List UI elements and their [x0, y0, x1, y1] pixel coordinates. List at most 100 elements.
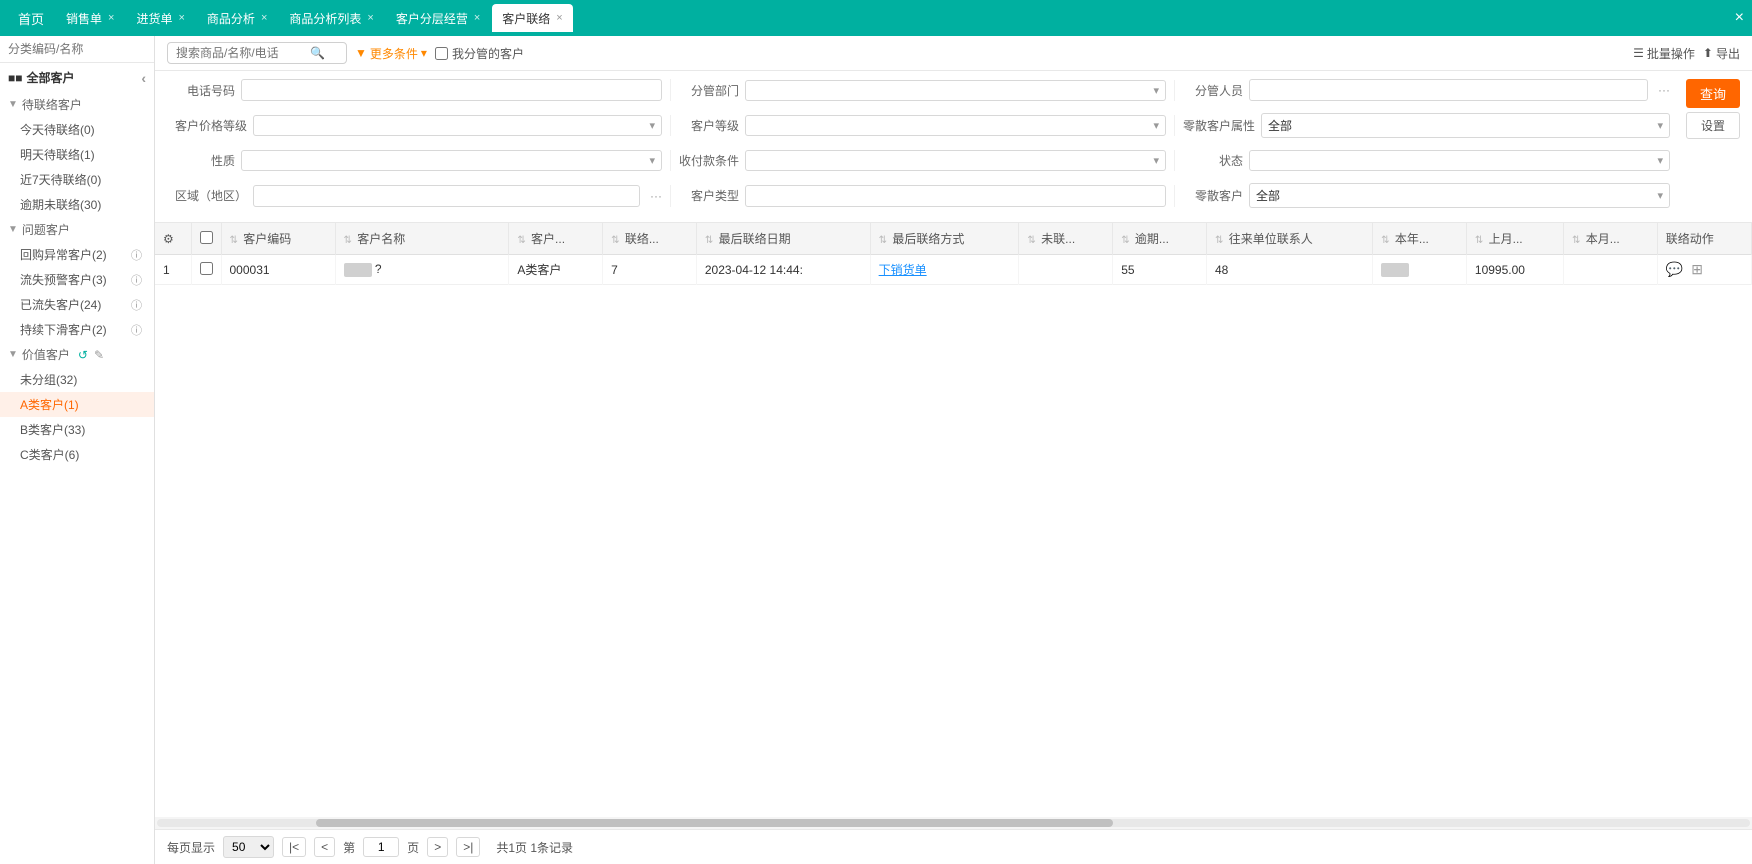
sidebar-item-tomorrow-contact[interactable]: 明天待联络(1)	[0, 142, 154, 167]
close-tab-customer-segment[interactable]: ×	[474, 12, 480, 24]
nav-tab-analysis-list[interactable]: 商品分析列表 ×	[279, 4, 383, 32]
sort-icon-contact-person: ⇅	[1215, 235, 1223, 246]
filter-cust-type-input[interactable]	[745, 185, 1166, 207]
th-settings: ⚙	[155, 223, 191, 255]
contact-method-link[interactable]: 下销货单	[879, 263, 927, 277]
filter-search-input[interactable]	[176, 46, 306, 60]
group-problem-customers[interactable]: ▼ 问题客户	[0, 217, 154, 242]
td-overdue-extra: 48	[1206, 255, 1372, 285]
sidebar-item-class-a[interactable]: A类客户(1)	[0, 392, 154, 417]
next-page-btn[interactable]: >	[427, 837, 448, 857]
table-row: 1 000031 ? A类客户 7 2023-04-12 14:44: 下销货单	[155, 255, 1752, 285]
close-tab-purchase[interactable]: ×	[178, 12, 184, 24]
filter-nature-select[interactable]: ▾	[241, 150, 662, 171]
sidebar: 🔍 ■■ 全部客户 ‹ ▼ 待联络客户 今天待联络(0) 明天待联络(1) 近7…	[0, 36, 155, 864]
filter-status-select[interactable]: ▾	[1249, 150, 1670, 171]
info-icon-already-lost[interactable]: ⓘ	[131, 297, 142, 313]
last-page-btn[interactable]: >|	[456, 837, 480, 857]
edit-icon[interactable]: ✎	[94, 348, 104, 362]
table-footer: 每页显示 50 100 |< < 第 页 > >| 共1页 1条记录	[155, 829, 1752, 864]
info-icon-declining[interactable]: ⓘ	[131, 322, 142, 338]
filter-region-dots[interactable]: ···	[650, 189, 662, 203]
sidebar-item-declining[interactable]: 持续下滑客户(2) ⓘ	[0, 317, 154, 342]
th-no-contact: ⇅ 未联...	[1019, 223, 1113, 255]
sidebar-item-class-c[interactable]: C类客户(6)	[0, 442, 154, 467]
sort-icon-last-method: ⇅	[879, 235, 887, 246]
close-tab-customer-contact[interactable]: ×	[556, 12, 562, 24]
nav-tab-customer-segment[interactable]: 客户分层经营 ×	[386, 4, 490, 32]
td-this-year: 10995.00	[1466, 255, 1563, 285]
window-close-button[interactable]: ×	[1735, 9, 1744, 27]
prev-page-btn[interactable]: <	[314, 837, 335, 857]
sort-icon-overdue: ⇅	[1121, 235, 1129, 246]
first-page-btn[interactable]: |<	[282, 837, 306, 857]
chat-icon[interactable]: 💬	[1666, 261, 1683, 278]
group-value-customers[interactable]: ▼ 价值客户 ↺ ✎	[0, 342, 154, 367]
filter-price-select[interactable]: ▾	[253, 115, 662, 136]
filter-phone-input[interactable]	[241, 79, 662, 101]
query-button[interactable]: 查询	[1686, 79, 1740, 108]
qr-icon[interactable]: ⊞	[1691, 261, 1703, 278]
th-last-method: ⇅ 最后联络方式	[870, 223, 1019, 255]
chevron-down-icon3: ▾	[1153, 119, 1159, 132]
settings-button[interactable]: 设置	[1686, 112, 1740, 139]
close-tab-analysis[interactable]: ×	[261, 12, 267, 24]
filter-scattered-attr-select[interactable]: 全部 ▾	[1261, 113, 1670, 138]
sidebar-item-lost-warning[interactable]: 流失预警客户(3) ⓘ	[0, 267, 154, 292]
scrollbar-track	[157, 819, 1750, 827]
filter-search-icon[interactable]: 🔍	[310, 46, 325, 60]
filter-payment-select[interactable]: ▾	[745, 150, 1166, 171]
settings-gear-icon[interactable]: ⚙	[163, 232, 174, 246]
td-action: 💬 ⊞	[1657, 255, 1751, 285]
filter-bar: 🔍 ▼ 更多条件 ▾ 我分管的客户 ☰ 批量操作 ⬆ 导出	[155, 36, 1752, 71]
select-all-checkbox[interactable]	[200, 231, 213, 244]
nav-tab-purchase[interactable]: 进货单 ×	[126, 4, 194, 32]
filter-manager-input[interactable]	[1249, 79, 1648, 101]
info-icon-lost-warning[interactable]: ⓘ	[131, 272, 142, 288]
row-checkbox[interactable]	[200, 262, 213, 275]
scrollbar-thumb[interactable]	[316, 819, 1113, 827]
th-this-month: ⇅ 本月...	[1564, 223, 1658, 255]
filter-scattered-select[interactable]: 全部 ▾	[1249, 183, 1670, 208]
filter-dept-select[interactable]: ▾	[745, 80, 1166, 101]
info-icon-abnormal[interactable]: ⓘ	[131, 247, 142, 263]
sidebar-item-today-contact[interactable]: 今天待联络(0)	[0, 117, 154, 142]
export-btn[interactable]: ⬆ 导出	[1703, 45, 1740, 62]
filter-region-input[interactable]	[253, 185, 640, 207]
chevron-down-icon5: ▾	[649, 154, 655, 167]
td-last-month	[1564, 255, 1658, 285]
refresh-icon[interactable]: ↺	[78, 348, 88, 362]
nav-tab-analysis[interactable]: 商品分析 ×	[197, 4, 277, 32]
horizontal-scrollbar[interactable]	[155, 817, 1752, 829]
filter-scattered: 零散客户 全部 ▾	[1175, 183, 1678, 208]
sidebar-item-overdue-contact[interactable]: 逾期未联络(30)	[0, 192, 154, 217]
filter-scattered-attr: 零散客户属性 全部 ▾	[1175, 113, 1678, 138]
sidebar-all-customers[interactable]: ■■ 全部客户 ‹	[0, 63, 154, 92]
sidebar-item-7days-contact[interactable]: 近7天待联络(0)	[0, 167, 154, 192]
page-size-select[interactable]: 50 100	[223, 836, 274, 858]
nav-home[interactable]: 首页	[8, 9, 54, 28]
main-layout: 🔍 ■■ 全部客户 ‹ ▼ 待联络客户 今天待联络(0) 明天待联络(1) 近7…	[0, 36, 1752, 864]
nav-tab-customer-contact[interactable]: 客户联络 ×	[492, 4, 572, 32]
filter-cust-level-select[interactable]: ▾	[745, 115, 1166, 136]
filter-region: 区域（地区） ···	[167, 185, 671, 207]
group-waiting-contact[interactable]: ▼ 待联络客户	[0, 92, 154, 117]
contact-gray-block	[1381, 263, 1409, 277]
sidebar-item-class-b[interactable]: B类客户(33)	[0, 417, 154, 442]
close-tab-analysis-list[interactable]: ×	[367, 12, 373, 24]
sidebar-item-already-lost[interactable]: 已流失客户(24) ⓘ	[0, 292, 154, 317]
td-index: 1	[155, 255, 191, 285]
sidebar-search-input[interactable]	[8, 42, 155, 56]
page-input[interactable]	[363, 837, 399, 857]
sidebar-item-abnormal[interactable]: 回购异常客户(2) ⓘ	[0, 242, 154, 267]
filter-manager-dots[interactable]: ···	[1658, 83, 1670, 97]
my-customers-checkbox[interactable]	[435, 47, 448, 60]
close-tab-sales[interactable]: ×	[108, 12, 114, 24]
sidebar-item-ungrouped[interactable]: 未分组(32)	[0, 367, 154, 392]
filter-price-level: 客户价格等级 ▾	[167, 115, 671, 136]
batch-operation-btn[interactable]: ☰ 批量操作	[1633, 45, 1695, 62]
nav-tab-sales[interactable]: 销售单 ×	[56, 4, 124, 32]
filter-more-btn[interactable]: ▼ 更多条件 ▾	[355, 45, 427, 62]
th-last-month: ⇅ 上月...	[1466, 223, 1563, 255]
content-area: 🔍 ▼ 更多条件 ▾ 我分管的客户 ☰ 批量操作 ⬆ 导出	[155, 36, 1752, 864]
